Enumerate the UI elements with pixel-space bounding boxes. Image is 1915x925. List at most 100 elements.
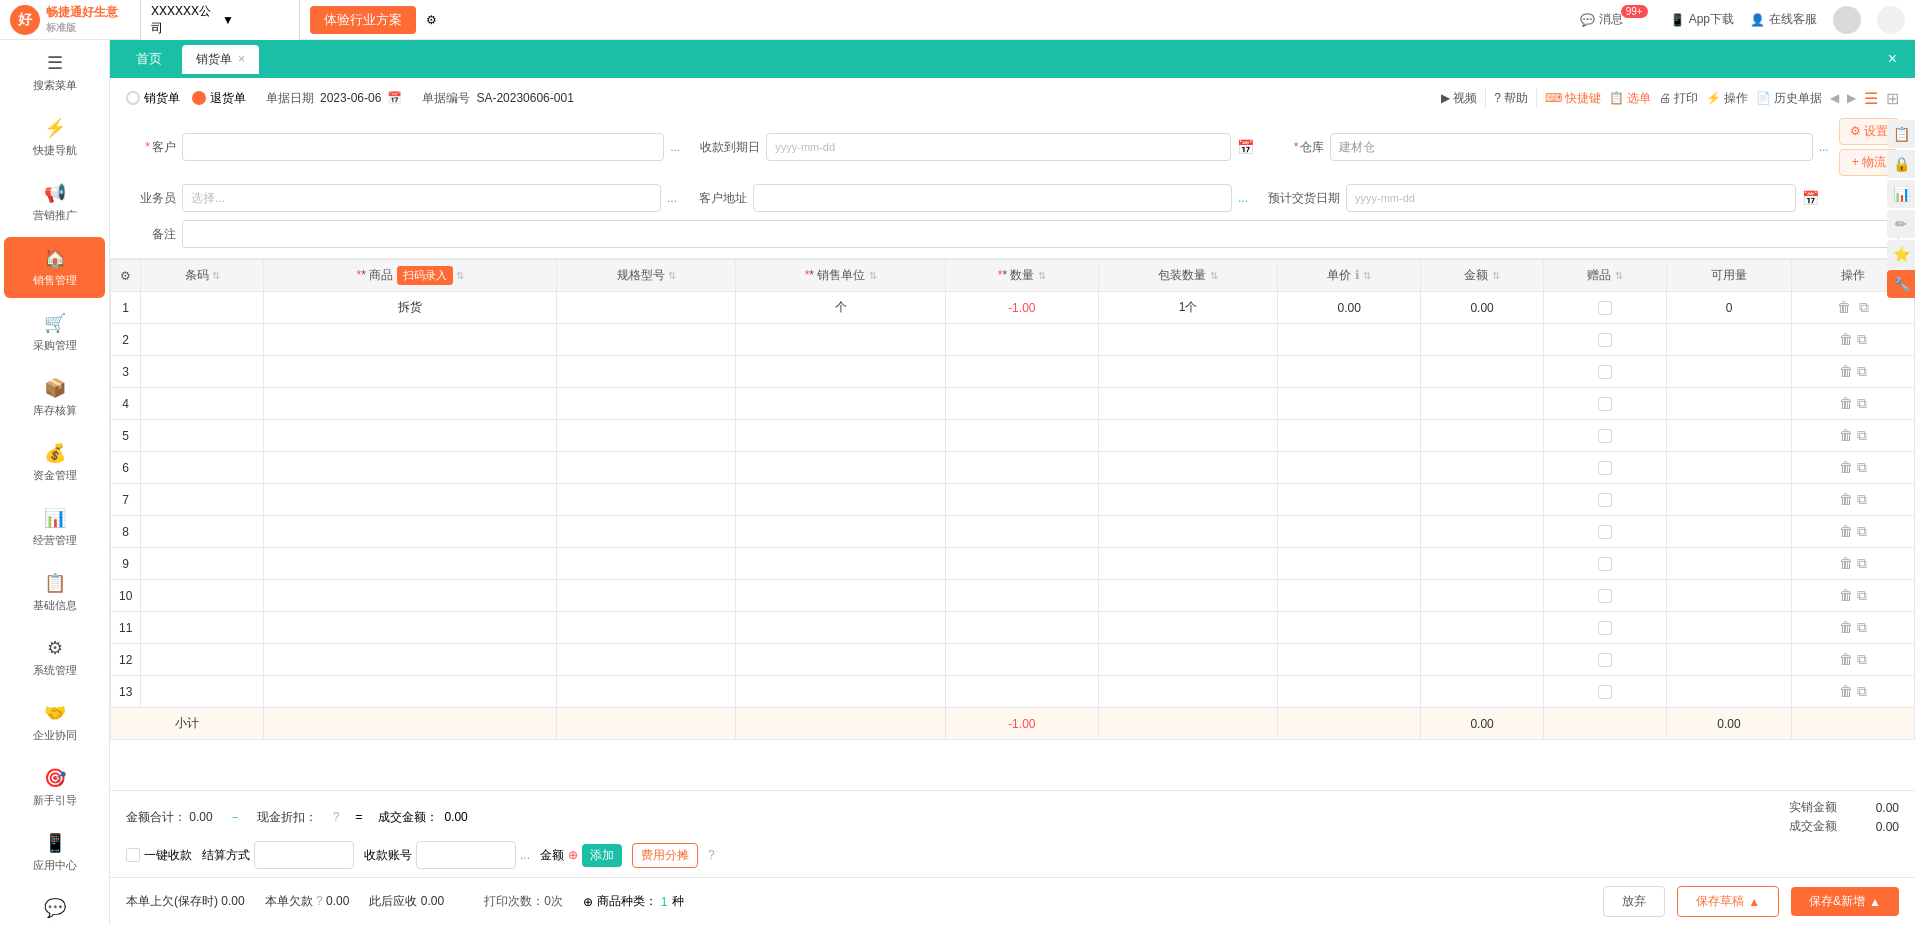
cell-amount-1[interactable]: 0.00 xyxy=(1421,292,1544,324)
product-kind-selector[interactable]: ⊕ 商品种类： 1 种 xyxy=(583,893,684,910)
operate-link[interactable]: ⚡ 操作 xyxy=(1706,90,1748,107)
cell-barcode-1[interactable] xyxy=(141,292,264,324)
sidebar-item-search-order[interactable]: ☰ 搜索菜单 xyxy=(4,42,105,103)
delete-icon-3[interactable]: 🗑 xyxy=(1839,363,1853,379)
cell-product-2[interactable] xyxy=(264,324,556,356)
copy-icon-13[interactable]: ⧉ xyxy=(1857,683,1867,699)
avatar[interactable] xyxy=(1833,6,1861,34)
main-close-icon[interactable]: × xyxy=(1880,50,1905,68)
settle-method-input[interactable] xyxy=(254,841,354,869)
sidebar-item-basic[interactable]: 📋 基础信息 xyxy=(4,562,105,623)
rfs-orange-icon[interactable]: 🔧 xyxy=(1887,270,1915,298)
expected-date-input[interactable]: yyyy-mm-dd xyxy=(1346,184,1796,212)
delete-icon[interactable]: 🗑 xyxy=(1837,299,1851,315)
cell-barcode-3[interactable] xyxy=(141,356,264,388)
sidebar-item-app-center[interactable]: 📱 应用中心 xyxy=(4,822,105,883)
sort-barcode[interactable]: ⇅ xyxy=(212,270,220,281)
cell-barcode-4[interactable] xyxy=(141,388,264,420)
warehouse-input[interactable]: 建材仓 xyxy=(1330,133,1812,161)
calendar-icon[interactable]: 📅 xyxy=(387,91,402,105)
history-link[interactable]: 📄 历史单据 xyxy=(1756,90,1822,107)
cell-product-13[interactable] xyxy=(264,676,556,708)
message-btn[interactable]: 💬 消息 99+ xyxy=(1580,11,1654,28)
cell-product-7[interactable] xyxy=(264,484,556,516)
radio-return[interactable]: 退货单 xyxy=(192,90,246,107)
gear-icon[interactable]: ⚙ xyxy=(426,13,437,27)
tab-sales-order[interactable]: 销货单 × xyxy=(182,45,259,74)
cell-product-11[interactable] xyxy=(264,612,556,644)
save-draft-button[interactable]: 保存草稿 ▲ xyxy=(1677,886,1779,917)
sort-gift[interactable]: ⇅ xyxy=(1615,270,1623,281)
copy-icon-10[interactable]: ⧉ xyxy=(1857,587,1867,603)
sidebar-item-operation[interactable]: 📊 经营管理 xyxy=(4,497,105,558)
rfs-note-icon[interactable]: 📋 xyxy=(1887,120,1915,148)
cell-unitprice-1[interactable]: 0.00 xyxy=(1278,292,1421,324)
due-date-calendar-icon[interactable]: 📅 xyxy=(1237,139,1254,155)
sidebar-item-enterprise[interactable]: 🤝 企业协同 xyxy=(4,692,105,753)
delete-icon-13[interactable]: 🗑 xyxy=(1839,683,1853,699)
customer-addr-input[interactable] xyxy=(753,184,1232,212)
avatar-dropdown[interactable] xyxy=(1877,6,1905,34)
app-download-btn[interactable]: 📱 App下载 xyxy=(1670,11,1734,28)
rfs-star-icon[interactable]: ⭐ xyxy=(1887,240,1915,268)
expected-date-calendar-icon[interactable]: 📅 xyxy=(1802,190,1819,206)
sidebar-item-wechat[interactable]: 💬 企业微信 xyxy=(4,887,105,925)
sort-qty[interactable]: ⇅ xyxy=(1038,270,1046,281)
customer-input[interactable] xyxy=(182,133,664,161)
account-input[interactable] xyxy=(416,841,516,869)
one-click-pay-cb[interactable]: 一键收款 xyxy=(126,847,192,864)
cell-product-12[interactable] xyxy=(264,644,556,676)
sidebar-item-quick-nav[interactable]: ⚡ 快捷导航 xyxy=(4,107,105,168)
warehouse-dots[interactable]: ... xyxy=(1819,140,1829,154)
rfs-edit-icon[interactable]: ✏ xyxy=(1887,210,1915,238)
copy-icon-7[interactable]: ⧉ xyxy=(1857,491,1867,507)
nav-next-icon[interactable]: ▶ xyxy=(1847,91,1856,105)
scan-button[interactable]: 扫码录入 xyxy=(397,266,453,285)
nav-prev-icon[interactable]: ◀ xyxy=(1830,91,1839,105)
rfs-lock-icon[interactable]: 🔒 xyxy=(1887,150,1915,178)
cell-gift-1[interactable] xyxy=(1544,292,1667,324)
delete-icon-2[interactable]: 🗑 xyxy=(1839,331,1853,347)
copy-icon[interactable]: ⧉ xyxy=(1859,299,1869,315)
add-button[interactable]: 添加 xyxy=(582,844,622,867)
help-icon-balance[interactable]: ? xyxy=(316,894,323,908)
pay-checkbox[interactable] xyxy=(126,848,140,862)
shortcut-link[interactable]: ⌨ 快捷键 xyxy=(1545,90,1601,107)
cell-barcode-2[interactable] xyxy=(141,324,264,356)
copy-icon-11[interactable]: ⧉ xyxy=(1857,619,1867,635)
delete-icon-5[interactable]: 🗑 xyxy=(1839,427,1853,443)
online-service-btn[interactable]: 👤 在线客服 xyxy=(1750,11,1817,28)
sort-amount[interactable]: ⇅ xyxy=(1492,270,1500,281)
cell-product-10[interactable] xyxy=(264,580,556,612)
sidebar-item-guide[interactable]: 🎯 新手引导 xyxy=(4,757,105,818)
th-settings[interactable]: ⚙ xyxy=(111,260,141,292)
radio-sale[interactable]: 销货单 xyxy=(126,90,180,107)
sort-spec[interactable]: ⇅ xyxy=(668,270,676,281)
delete-icon-7[interactable]: 🗑 xyxy=(1839,491,1853,507)
sort-product[interactable]: ⇅ xyxy=(456,270,464,281)
cell-packqty-1[interactable]: 1个 xyxy=(1098,292,1278,324)
copy-icon-12[interactable]: ⧉ xyxy=(1857,651,1867,667)
list-view-icon[interactable]: ☰ xyxy=(1864,89,1878,108)
salesperson-input[interactable]: 选择... xyxy=(182,184,661,212)
company-selector[interactable]: XXXXXX公司 ▼ xyxy=(140,0,300,42)
copy-icon-4[interactable]: ⧉ xyxy=(1857,395,1867,411)
tab-close-icon[interactable]: × xyxy=(238,52,245,66)
cell-qty-1[interactable]: -1.00 xyxy=(945,292,1098,324)
delete-icon-12[interactable]: 🗑 xyxy=(1839,651,1853,667)
customer-addr-dots[interactable]: ... xyxy=(1238,191,1248,205)
due-date-input[interactable]: yyyy-mm-dd xyxy=(766,133,1231,161)
delete-icon-11[interactable]: 🗑 xyxy=(1839,619,1853,635)
account-dots[interactable]: ... xyxy=(520,848,530,862)
trial-button[interactable]: 体验行业方案 xyxy=(310,6,416,34)
sidebar-item-sales[interactable]: 🏠 销售管理 xyxy=(4,237,105,298)
discount-dash[interactable]: － xyxy=(229,809,241,826)
delete-icon-6[interactable]: 🗑 xyxy=(1839,459,1853,475)
copy-icon-5[interactable]: ⧉ xyxy=(1857,427,1867,443)
help-icon-footer[interactable]: ? xyxy=(333,810,340,824)
copy-icon-8[interactable]: ⧉ xyxy=(1857,523,1867,539)
cell-product-1[interactable]: 拆货 xyxy=(264,292,556,324)
grid-view-icon[interactable]: ⊞ xyxy=(1886,89,1899,108)
print-link[interactable]: 🖨 打印 xyxy=(1659,90,1698,107)
sidebar-item-inventory[interactable]: 📦 库存核算 xyxy=(4,367,105,428)
